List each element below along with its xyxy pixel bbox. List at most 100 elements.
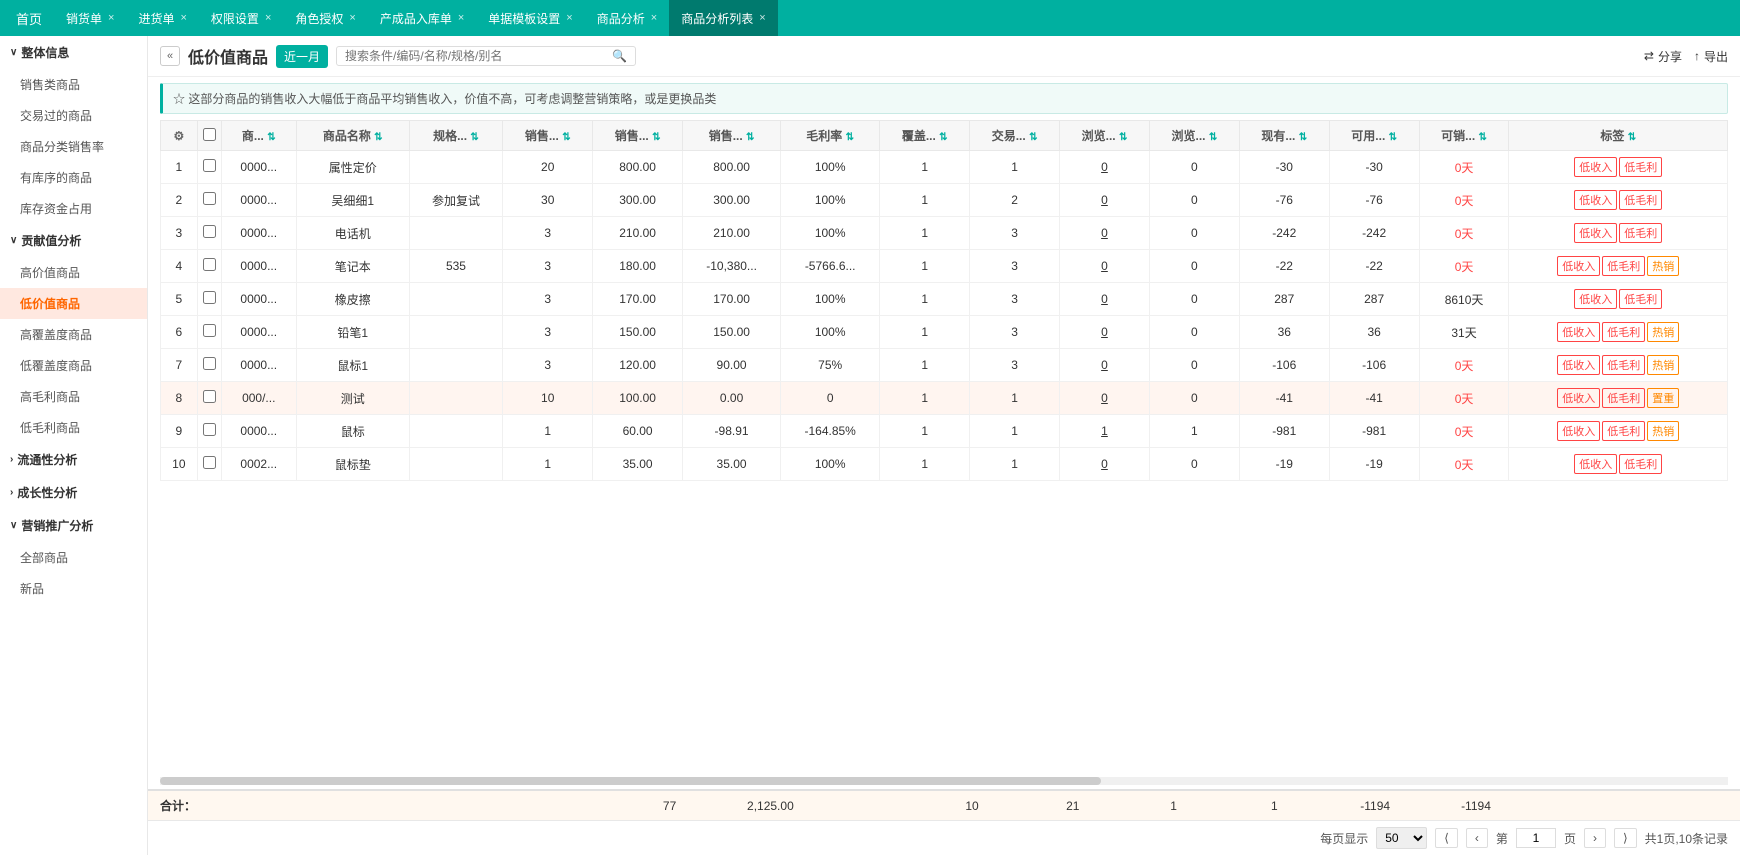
cell-check[interactable] (197, 415, 221, 448)
close-sales-order[interactable]: × (108, 12, 114, 24)
cell-browse1[interactable]: 0 (1060, 283, 1150, 316)
row-checkbox[interactable] (203, 324, 216, 337)
close-goods-analysis[interactable]: × (651, 12, 657, 24)
sidebar-item-traded-goods[interactable]: 交易过的商品 (0, 100, 147, 131)
cell-check[interactable] (197, 250, 221, 283)
sidebar-group-growth[interactable]: › 成长性分析 (0, 476, 147, 509)
browse-link[interactable]: 0 (1101, 160, 1108, 174)
close-goods-list[interactable]: × (759, 12, 765, 24)
col-sale3[interactable]: 销售... ⇅ (683, 121, 781, 151)
sidebar-group-overall[interactable]: ∨ 整体信息 (0, 36, 147, 69)
browse-link[interactable]: 0 (1101, 391, 1108, 405)
sidebar-item-stocked-goods[interactable]: 有库序的商品 (0, 162, 147, 193)
browse-link[interactable]: 0 (1101, 358, 1108, 372)
browse-link[interactable]: 0 (1101, 457, 1108, 471)
cell-browse1[interactable]: 0 (1060, 349, 1150, 382)
export-button[interactable]: ↑ 导出 (1694, 48, 1728, 65)
sidebar-item-sales-goods[interactable]: 销售类商品 (0, 69, 147, 100)
browse-link[interactable]: 0 (1101, 292, 1108, 306)
share-button[interactable]: ⇄ 分享 (1644, 48, 1682, 65)
cell-browse1[interactable]: 1 (1060, 415, 1150, 448)
sidebar-group-circulation[interactable]: › 流通性分析 (0, 443, 147, 476)
nav-role-auth[interactable]: 角色授权 × (283, 0, 367, 36)
row-checkbox[interactable] (203, 423, 216, 436)
sidebar-group-contribution[interactable]: ∨ 贡献值分析 (0, 224, 147, 257)
nav-template-settings[interactable]: 单据模板设置 × (476, 0, 584, 36)
row-checkbox[interactable] (203, 291, 216, 304)
browse-link[interactable]: 0 (1101, 325, 1108, 339)
row-checkbox[interactable] (203, 390, 216, 403)
sidebar-item-inventory-capital[interactable]: 库存资金占用 (0, 193, 147, 224)
cell-check[interactable] (197, 283, 221, 316)
col-code[interactable]: 商... ⇅ (221, 121, 296, 151)
last-page-button[interactable]: ⟩ (1614, 828, 1637, 848)
cell-check[interactable] (197, 184, 221, 217)
close-template[interactable]: × (566, 12, 572, 24)
col-sale1[interactable]: 销售... ⇅ (503, 121, 593, 151)
cell-browse1[interactable]: 0 (1060, 184, 1150, 217)
row-checkbox[interactable] (203, 456, 216, 469)
sidebar-item-all-goods[interactable]: 全部商品 (0, 542, 147, 573)
sidebar-item-high-margin[interactable]: 高毛利商品 (0, 381, 147, 412)
sidebar-item-low-margin[interactable]: 低毛利商品 (0, 412, 147, 443)
nav-product-instock[interactable]: 产成品入库单 × (368, 0, 476, 36)
col-browse2[interactable]: 浏览... ⇅ (1149, 121, 1239, 151)
cell-check[interactable] (197, 349, 221, 382)
col-current[interactable]: 现有... ⇅ (1239, 121, 1329, 151)
col-sale2[interactable]: 销售... ⇅ (593, 121, 683, 151)
prev-page-button[interactable]: ‹ (1466, 828, 1488, 848)
horizontal-scrollbar[interactable] (160, 777, 1728, 785)
col-name[interactable]: 商品名称 ⇅ (296, 121, 409, 151)
sidebar-item-low-coverage[interactable]: 低覆盖度商品 (0, 350, 147, 381)
scrollbar-thumb[interactable] (160, 777, 1101, 785)
cell-browse1[interactable]: 0 (1060, 151, 1150, 184)
col-trade[interactable]: 交易... ⇅ (970, 121, 1060, 151)
gear-icon[interactable]: ⚙ (173, 129, 184, 143)
cell-browse1[interactable]: 0 (1060, 316, 1150, 349)
col-browse1[interactable]: 浏览... ⇅ (1060, 121, 1150, 151)
nav-home[interactable]: 首页 (4, 0, 54, 36)
nav-sales-order[interactable]: 销货单 × (54, 0, 126, 36)
collapse-button[interactable]: « (160, 46, 180, 66)
row-checkbox[interactable] (203, 357, 216, 370)
nav-goods-analysis-list[interactable]: 商品分析列表 × (669, 0, 777, 36)
row-checkbox[interactable] (203, 225, 216, 238)
next-page-button[interactable]: › (1584, 828, 1606, 848)
close-permission[interactable]: × (265, 12, 271, 24)
nav-permission-settings[interactable]: 权限设置 × (199, 0, 283, 36)
col-available[interactable]: 可用... ⇅ (1329, 121, 1419, 151)
cell-check[interactable] (197, 316, 221, 349)
sidebar-item-high-coverage[interactable]: 高覆盖度商品 (0, 319, 147, 350)
cell-check[interactable] (197, 448, 221, 481)
cell-browse1[interactable]: 0 (1060, 217, 1150, 250)
search-icon[interactable]: 🔍 (612, 49, 627, 63)
first-page-button[interactable]: ⟨ (1435, 828, 1458, 848)
col-sellable[interactable]: 可销... ⇅ (1419, 121, 1509, 151)
page-number-input[interactable] (1516, 828, 1556, 848)
browse-link[interactable]: 0 (1101, 259, 1108, 273)
browse-link[interactable]: 1 (1101, 424, 1108, 438)
row-checkbox[interactable] (203, 192, 216, 205)
col-margin[interactable]: 毛利率 ⇅ (781, 121, 880, 151)
nav-purchase-order[interactable]: 进货单 × (126, 0, 198, 36)
close-role-auth[interactable]: × (349, 12, 355, 24)
sidebar-item-low-value[interactable]: 低价值商品 (0, 288, 147, 319)
search-input[interactable] (345, 49, 612, 63)
cell-check[interactable] (197, 217, 221, 250)
sidebar-item-category-sales-rate[interactable]: 商品分类销售率 (0, 131, 147, 162)
row-checkbox[interactable] (203, 258, 216, 271)
col-spec[interactable]: 规格... ⇅ (409, 121, 503, 151)
browse-link[interactable]: 0 (1101, 226, 1108, 240)
cell-browse1[interactable]: 0 (1060, 382, 1150, 415)
close-purchase-order[interactable]: × (180, 12, 186, 24)
browse-link[interactable]: 0 (1101, 193, 1108, 207)
row-checkbox[interactable] (203, 159, 216, 172)
sidebar-group-marketing[interactable]: ∨ 营销推广分析 (0, 509, 147, 542)
cell-browse1[interactable]: 0 (1060, 448, 1150, 481)
col-gear[interactable]: ⚙ (161, 121, 198, 151)
cell-check[interactable] (197, 151, 221, 184)
col-tags[interactable]: 标签 ⇅ (1509, 121, 1728, 151)
sidebar-item-new-goods[interactable]: 新品 (0, 573, 147, 604)
period-button[interactable]: 近一月 (276, 45, 328, 68)
select-all-checkbox[interactable] (203, 128, 216, 141)
